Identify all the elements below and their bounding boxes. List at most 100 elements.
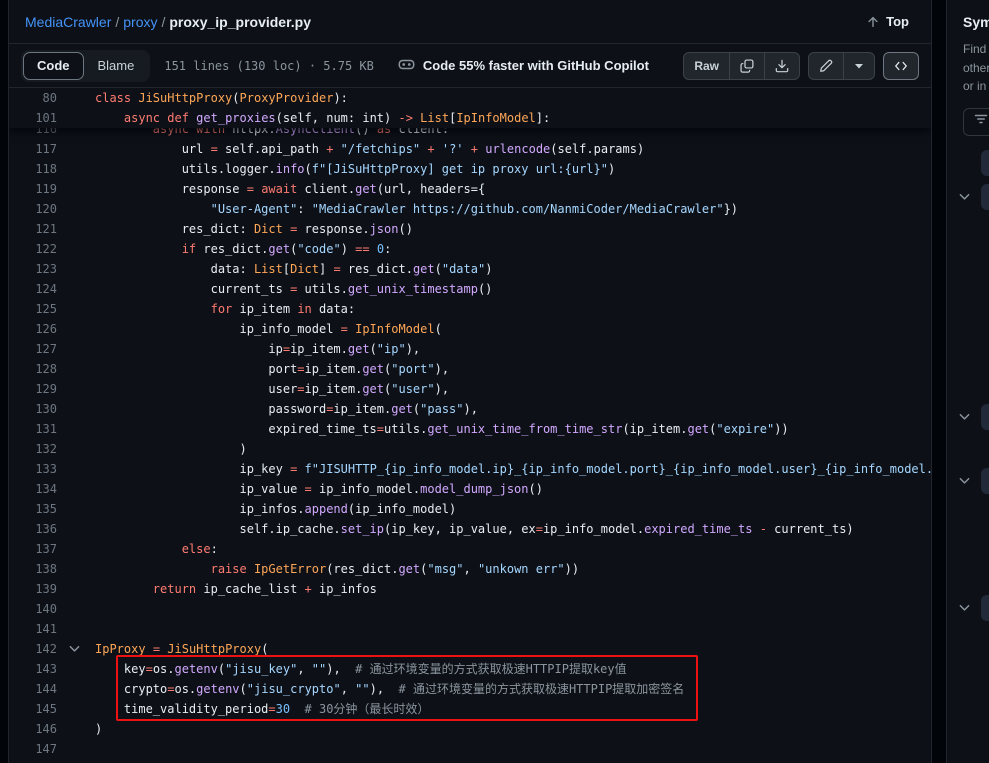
symbols-sidebar-content: Symbols Find definitions and references … — [947, 0, 989, 763]
tab-blame[interactable]: Blame — [84, 52, 149, 80]
code-line: 142 IpProxy = JiSuHttpProxy( — [9, 639, 931, 659]
line-number[interactable]: 127 — [9, 339, 57, 359]
line-number[interactable]: 122 — [9, 239, 57, 259]
code-text: ip_infos.append(ip_info_model) — [91, 499, 456, 519]
line-number[interactable]: 139 — [9, 579, 57, 599]
line-number[interactable]: 136 — [9, 519, 57, 539]
code-line: 120 "User-Agent": "MediaCrawler https://… — [9, 199, 931, 219]
symbol-item[interactable] — [947, 150, 989, 176]
code-text: user=ip_item.get("user"), — [91, 379, 449, 399]
line-number[interactable]: 128 — [9, 359, 57, 379]
fold-chevron-icon[interactable] — [57, 639, 91, 659]
line-number[interactable]: 142 — [9, 639, 57, 659]
line-number[interactable]: 123 — [9, 259, 57, 279]
symbol-item[interactable] — [947, 468, 989, 494]
fold-spacer — [57, 479, 91, 499]
symbol-item[interactable] — [947, 184, 989, 210]
symbols-sidebar: Symbols Find definitions and references … — [946, 0, 989, 763]
line-number[interactable]: 146 — [9, 719, 57, 739]
raw-button[interactable]: Raw — [683, 52, 730, 80]
fold-spacer — [57, 599, 91, 619]
back-to-top-button[interactable]: Top — [860, 10, 915, 33]
chevron-down-icon[interactable] — [947, 604, 981, 612]
code-text: expired_time_ts=utils.get_unix_time_from… — [91, 419, 789, 439]
breadcrumb-folder-link[interactable]: proxy — [123, 14, 157, 30]
line-number[interactable]: 131 — [9, 419, 57, 439]
line-number[interactable]: 121 — [9, 219, 57, 239]
fold-spacer — [57, 619, 91, 639]
code-text: port=ip_item.get("port"), — [91, 359, 449, 379]
line-number[interactable]: 117 — [9, 139, 57, 159]
symbol-pill[interactable] — [981, 184, 989, 210]
line-number[interactable]: 144 — [9, 679, 57, 699]
line-number[interactable]: 101 — [9, 108, 57, 128]
symbol-pill[interactable] — [981, 404, 989, 430]
line-number[interactable]: 134 — [9, 479, 57, 499]
line-number[interactable]: 132 — [9, 439, 57, 459]
fold-spacer — [57, 499, 91, 519]
copilot-icon — [398, 56, 415, 76]
line-number[interactable]: 80 — [9, 88, 57, 108]
fold-spacer — [57, 519, 91, 539]
fold-spacer — [57, 108, 91, 128]
filter-icon — [973, 111, 989, 132]
line-number[interactable]: 138 — [9, 559, 57, 579]
fold-spacer — [57, 199, 91, 219]
line-number[interactable]: 120 — [9, 199, 57, 219]
code-line: 124 current_ts = utils.get_unix_timestam… — [9, 279, 931, 299]
symbols-title: Symbols — [963, 14, 989, 30]
line-number[interactable]: 130 — [9, 399, 57, 419]
line-number[interactable]: 126 — [9, 319, 57, 339]
code-text: ip=ip_item.get("ip"), — [91, 339, 420, 359]
symbol-item[interactable] — [947, 595, 989, 621]
code-line: 143 key=os.getenv("jisu_key", ""), # 通过环… — [9, 659, 931, 679]
line-number[interactable]: 129 — [9, 379, 57, 399]
download-button[interactable] — [765, 52, 800, 80]
code-text — [91, 739, 95, 759]
code-text: url = self.api_path + "/fetchips" + '?' … — [91, 139, 644, 159]
code-line: 119 response = await client.get(url, hea… — [9, 179, 931, 199]
code-text: class JiSuHttpProxy(ProxyProvider): — [91, 88, 348, 108]
chevron-down-icon[interactable] — [947, 413, 981, 421]
code-line: 129 user=ip_item.get("user"), — [9, 379, 931, 399]
symbol-item[interactable] — [947, 404, 989, 430]
code-blame-switch: Code Blame — [21, 50, 150, 82]
symbols-filter-input[interactable] — [963, 108, 989, 136]
line-number[interactable]: 133 — [9, 459, 57, 479]
line-number[interactable]: 141 — [9, 619, 57, 639]
fold-spacer — [57, 359, 91, 379]
symbol-pill[interactable] — [981, 468, 989, 494]
symbols-panel-toggle[interactable] — [883, 52, 919, 80]
fold-spacer — [57, 279, 91, 299]
file-info-text: 151 lines (130 loc) · 5.75 KB — [164, 59, 374, 73]
chevron-down-icon[interactable] — [947, 477, 981, 485]
symbol-pill[interactable] — [981, 150, 989, 176]
code-line: 123 data: List[Dict] = res_dict.get("dat… — [9, 259, 931, 279]
code-line: 134 ip_value = ip_info_model.model_dump_… — [9, 479, 931, 499]
line-number[interactable]: 135 — [9, 499, 57, 519]
edit-button[interactable] — [808, 52, 844, 80]
line-number[interactable]: 145 — [9, 699, 57, 719]
symbol-pill[interactable] — [981, 595, 989, 621]
code-text: async def get_proxies(self, num: int) ->… — [91, 108, 550, 128]
edit-dropdown-button[interactable] — [844, 52, 875, 80]
line-number[interactable]: 124 — [9, 279, 57, 299]
code-line: 141 — [9, 619, 931, 639]
line-number[interactable]: 143 — [9, 659, 57, 679]
code-line: 136 self.ip_cache.set_ip(ip_key, ip_valu… — [9, 519, 931, 539]
code-text: utils.logger.info(f"[JiSuHttpProxy] get … — [91, 159, 615, 179]
line-number[interactable]: 140 — [9, 599, 57, 619]
code-line: 135 ip_infos.append(ip_info_model) — [9, 499, 931, 519]
line-number[interactable]: 118 — [9, 159, 57, 179]
line-number[interactable]: 147 — [9, 739, 57, 759]
breadcrumb-repo-link[interactable]: MediaCrawler — [25, 14, 111, 30]
copy-button[interactable] — [730, 52, 765, 80]
code-line: 127 ip=ip_item.get("ip"), — [9, 339, 931, 359]
arrow-up-icon — [866, 15, 880, 29]
tab-code[interactable]: Code — [23, 52, 84, 80]
line-number[interactable]: 119 — [9, 179, 57, 199]
line-number[interactable]: 125 — [9, 299, 57, 319]
line-number[interactable]: 137 — [9, 539, 57, 559]
chevron-down-icon[interactable] — [947, 193, 981, 201]
code-text: IpProxy = JiSuHttpProxy( — [91, 639, 268, 659]
